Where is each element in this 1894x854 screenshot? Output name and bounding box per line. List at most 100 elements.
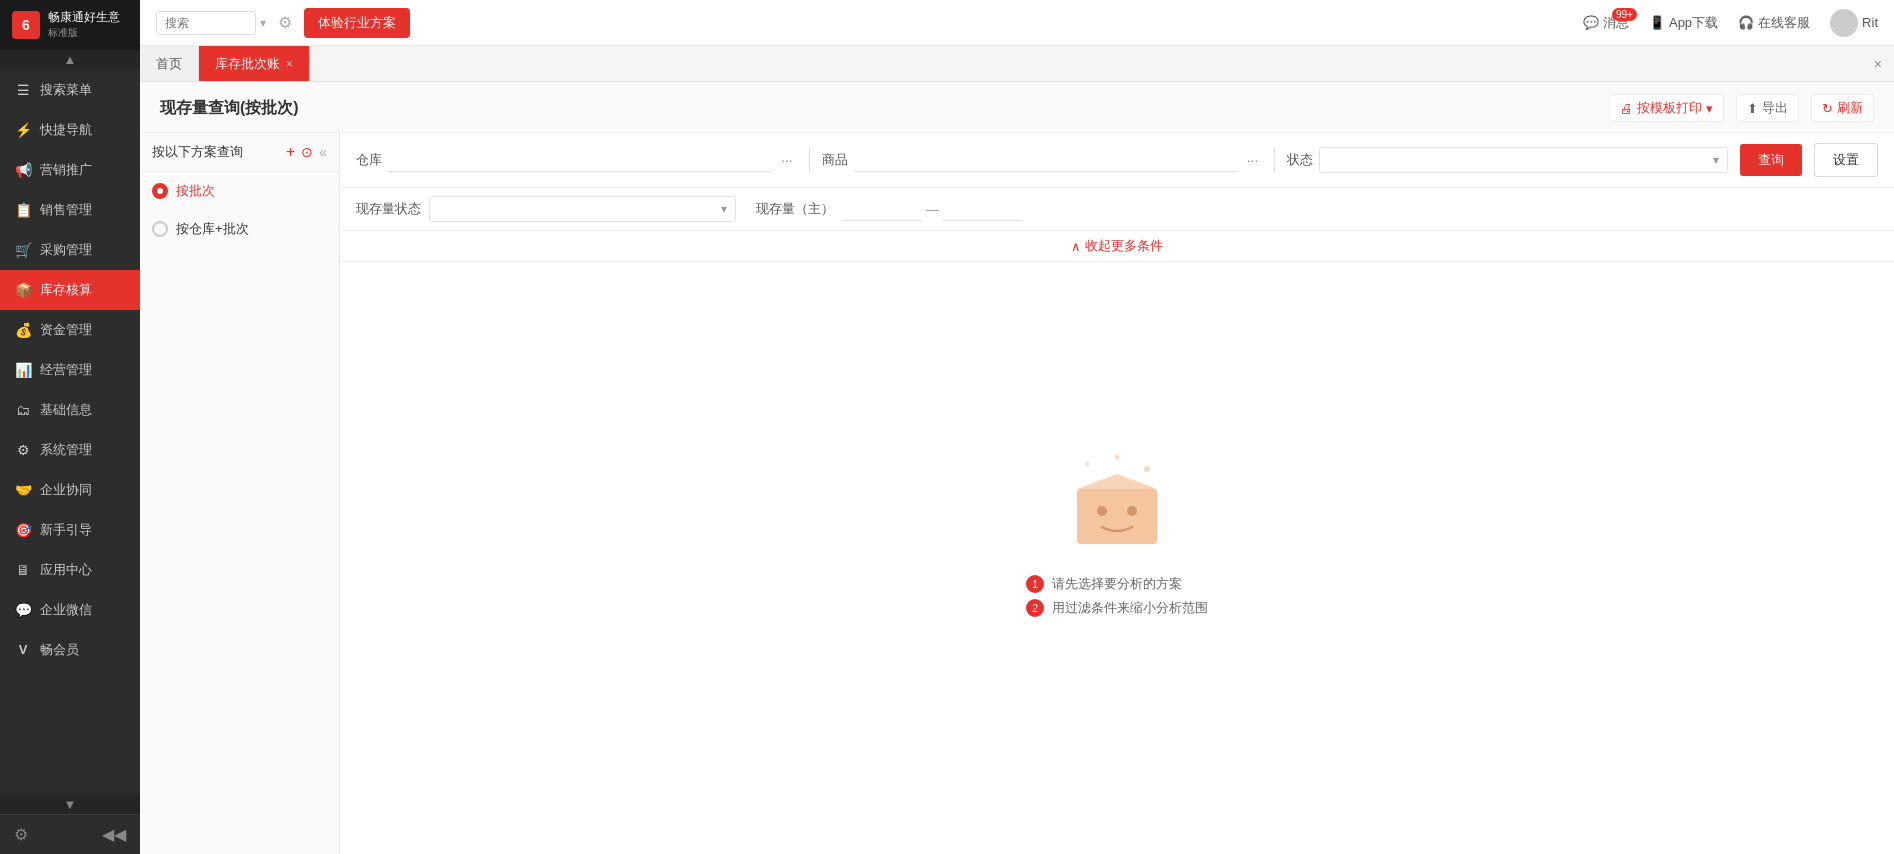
query-button[interactable]: 查询 bbox=[1740, 144, 1802, 176]
svg-point-5 bbox=[1115, 455, 1120, 460]
topbar-gear-icon[interactable]: ⚙ bbox=[278, 13, 292, 32]
appcenter-icon: 🖥 bbox=[14, 561, 32, 579]
sidebar-item-label: 企业微信 bbox=[40, 601, 92, 619]
hint-num-1: 1 bbox=[1026, 575, 1044, 593]
print-button[interactable]: 🖨 按模板打印 ▾ bbox=[1609, 94, 1724, 122]
print-label: 按模板打印 bbox=[1637, 99, 1702, 117]
sidebar-scroll-down[interactable]: ▼ bbox=[0, 794, 140, 814]
sidebar: 6 畅康通好生意 标准版 ▲ ☰ 搜索菜单 ⚡ 快捷导航 📢 营销推广 📋 销售… bbox=[0, 0, 140, 854]
hint-text-2: 用过滤条件来缩小分析范围 bbox=[1052, 599, 1208, 617]
refresh-label: 刷新 bbox=[1837, 99, 1863, 117]
sidebar-scroll-up[interactable]: ▲ bbox=[0, 50, 140, 70]
empty-hint-1: 1 请先选择要分析的方案 bbox=[1026, 575, 1208, 593]
collapse-more-conditions[interactable]: ∧ 收起更多条件 bbox=[340, 231, 1894, 262]
collapse-sidebar-icon[interactable]: ◀◀ bbox=[102, 825, 126, 844]
sidebar-item-operations[interactable]: 📊 经营管理 bbox=[0, 350, 140, 390]
empty-illustration bbox=[1057, 439, 1177, 559]
online-service-button[interactable]: 🎧 在线客服 bbox=[1738, 14, 1810, 32]
filter-divider-1 bbox=[809, 148, 810, 172]
sidebar-item-finance[interactable]: 💰 资金管理 bbox=[0, 310, 140, 350]
right-panel: 仓库 ··· 商品 ··· 状态 ▾ bbox=[340, 133, 1894, 854]
search-input[interactable] bbox=[156, 11, 256, 35]
scheme-item-batch[interactable]: 按批次 bbox=[140, 172, 339, 210]
export-icon: ⬆ bbox=[1747, 101, 1758, 116]
sidebar-item-label: 畅会员 bbox=[40, 641, 79, 659]
message-badge: 99+ bbox=[1612, 8, 1637, 21]
left-panel-header: 按以下方案查询 + ⊙ « bbox=[140, 133, 339, 172]
range-separator: — bbox=[926, 202, 939, 217]
left-panel-title: 按以下方案查询 bbox=[152, 143, 243, 161]
app-name: 畅康通好生意 bbox=[48, 10, 120, 26]
add-scheme-button[interactable]: + bbox=[286, 143, 295, 161]
sidebar-header: 6 畅康通好生意 标准版 bbox=[0, 0, 140, 50]
avatar bbox=[1830, 9, 1858, 37]
sidebar-item-label: 采购管理 bbox=[40, 241, 92, 259]
sidebar-item-inventory[interactable]: 📦 库存核算 bbox=[0, 270, 140, 310]
message-button[interactable]: 💬 消息 99+ bbox=[1583, 14, 1629, 32]
refresh-button[interactable]: ↻ 刷新 bbox=[1811, 94, 1874, 122]
tab-inventory[interactable]: 库存批次账 × bbox=[199, 46, 310, 81]
status-select[interactable]: ▾ bbox=[1319, 147, 1728, 173]
sidebar-item-quicknav[interactable]: ⚡ 快捷导航 bbox=[0, 110, 140, 150]
product-input[interactable] bbox=[854, 148, 1237, 172]
dot-inner bbox=[157, 188, 163, 194]
sidebar-item-system[interactable]: ⚙ 系统管理 bbox=[0, 430, 140, 470]
sidebar-item-appcenter[interactable]: 🖥 应用中心 bbox=[0, 550, 140, 590]
empty-hints: 1 请先选择要分析的方案 2 用过滤条件来缩小分析范围 bbox=[1026, 575, 1208, 617]
sidebar-item-newbie[interactable]: 🎯 新手引导 bbox=[0, 510, 140, 550]
stock-qty-max-input[interactable] bbox=[943, 197, 1023, 221]
empty-state: 1 请先选择要分析的方案 2 用过滤条件来缩小分析范围 bbox=[340, 262, 1894, 854]
sidebar-item-search[interactable]: ☰ 搜索菜单 bbox=[0, 70, 140, 110]
member-icon: V bbox=[14, 641, 32, 659]
sidebar-item-member[interactable]: V 畅会员 bbox=[0, 630, 140, 670]
page-header: 现存量查询(按批次) 🖨 按模板打印 ▾ ⬆ 导出 ↻ 刷新 bbox=[140, 82, 1894, 133]
stock-status-select[interactable]: ▾ bbox=[429, 196, 736, 222]
sidebar-item-marketing[interactable]: 📢 营销推广 bbox=[0, 150, 140, 190]
sidebar-item-wechat[interactable]: 💬 企业微信 bbox=[0, 590, 140, 630]
empty-svg bbox=[1057, 439, 1177, 559]
warehouse-input[interactable] bbox=[388, 148, 771, 172]
operations-icon: 📊 bbox=[14, 361, 32, 379]
warehouse-label: 仓库 bbox=[356, 151, 382, 169]
stock-qty-range: — bbox=[842, 197, 1136, 221]
page-title: 现存量查询(按批次) bbox=[160, 98, 299, 119]
app-download-icon: 📱 bbox=[1649, 15, 1665, 30]
scheme-item-warehouse-batch[interactable]: 按仓库+批次 bbox=[140, 210, 339, 248]
close-all-tabs-button[interactable]: × bbox=[1862, 46, 1894, 81]
trial-button[interactable]: 体验行业方案 bbox=[304, 8, 410, 38]
svg-point-1 bbox=[1097, 506, 1107, 516]
system-icon: ⚙ bbox=[14, 441, 32, 459]
product-more-icon[interactable]: ··· bbox=[1243, 150, 1263, 170]
sidebar-item-purchase[interactable]: 🛒 采购管理 bbox=[0, 230, 140, 270]
tab-home-label: 首页 bbox=[156, 55, 182, 73]
sidebar-item-label: 经营管理 bbox=[40, 361, 92, 379]
warehouse-more-icon[interactable]: ··· bbox=[777, 150, 797, 170]
scheme-warehouse-batch-label: 按仓库+批次 bbox=[176, 220, 249, 238]
sidebar-item-collab[interactable]: 🤝 企业协同 bbox=[0, 470, 140, 510]
inventory-icon: 📦 bbox=[14, 281, 32, 299]
filter-settings-button[interactable]: 设置 bbox=[1814, 143, 1878, 177]
page-header-actions: 🖨 按模板打印 ▾ ⬆ 导出 ↻ 刷新 bbox=[1609, 94, 1874, 122]
status-label: 状态 bbox=[1287, 151, 1313, 169]
warehouse-batch-dot bbox=[152, 221, 168, 237]
sidebar-item-basic[interactable]: 🗂 基础信息 bbox=[0, 390, 140, 430]
page-content: 现存量查询(按批次) 🖨 按模板打印 ▾ ⬆ 导出 ↻ 刷新 bbox=[140, 82, 1894, 854]
sidebar-item-label: 资金管理 bbox=[40, 321, 92, 339]
sidebar-item-label: 系统管理 bbox=[40, 441, 92, 459]
app-download-button[interactable]: 📱 App下载 bbox=[1649, 14, 1718, 32]
search-chevron-icon[interactable]: ▾ bbox=[260, 16, 266, 30]
tab-home[interactable]: 首页 bbox=[140, 46, 199, 81]
collapse-left-panel-button[interactable]: « bbox=[319, 144, 327, 160]
print-chevron-icon[interactable]: ▾ bbox=[1706, 101, 1713, 116]
main-area: ▾ ⚙ 体验行业方案 💬 消息 99+ 📱 App下载 🎧 在线客服 Rit bbox=[140, 0, 1894, 854]
topbar: ▾ ⚙ 体验行业方案 💬 消息 99+ 📱 App下载 🎧 在线客服 Rit bbox=[140, 0, 1894, 46]
sidebar-item-sales[interactable]: 📋 销售管理 bbox=[0, 190, 140, 230]
quick-nav-icon: ⚡ bbox=[14, 121, 32, 139]
stock-qty-min-input[interactable] bbox=[842, 197, 922, 221]
tab-close-icon[interactable]: × bbox=[286, 57, 293, 71]
status-chevron-icon: ▾ bbox=[1713, 153, 1719, 167]
user-menu[interactable]: Rit bbox=[1830, 9, 1878, 37]
scheme-settings-button[interactable]: ⊙ bbox=[301, 144, 313, 160]
settings-footer-icon[interactable]: ⚙ bbox=[14, 825, 28, 844]
export-button[interactable]: ⬆ 导出 bbox=[1736, 94, 1799, 122]
